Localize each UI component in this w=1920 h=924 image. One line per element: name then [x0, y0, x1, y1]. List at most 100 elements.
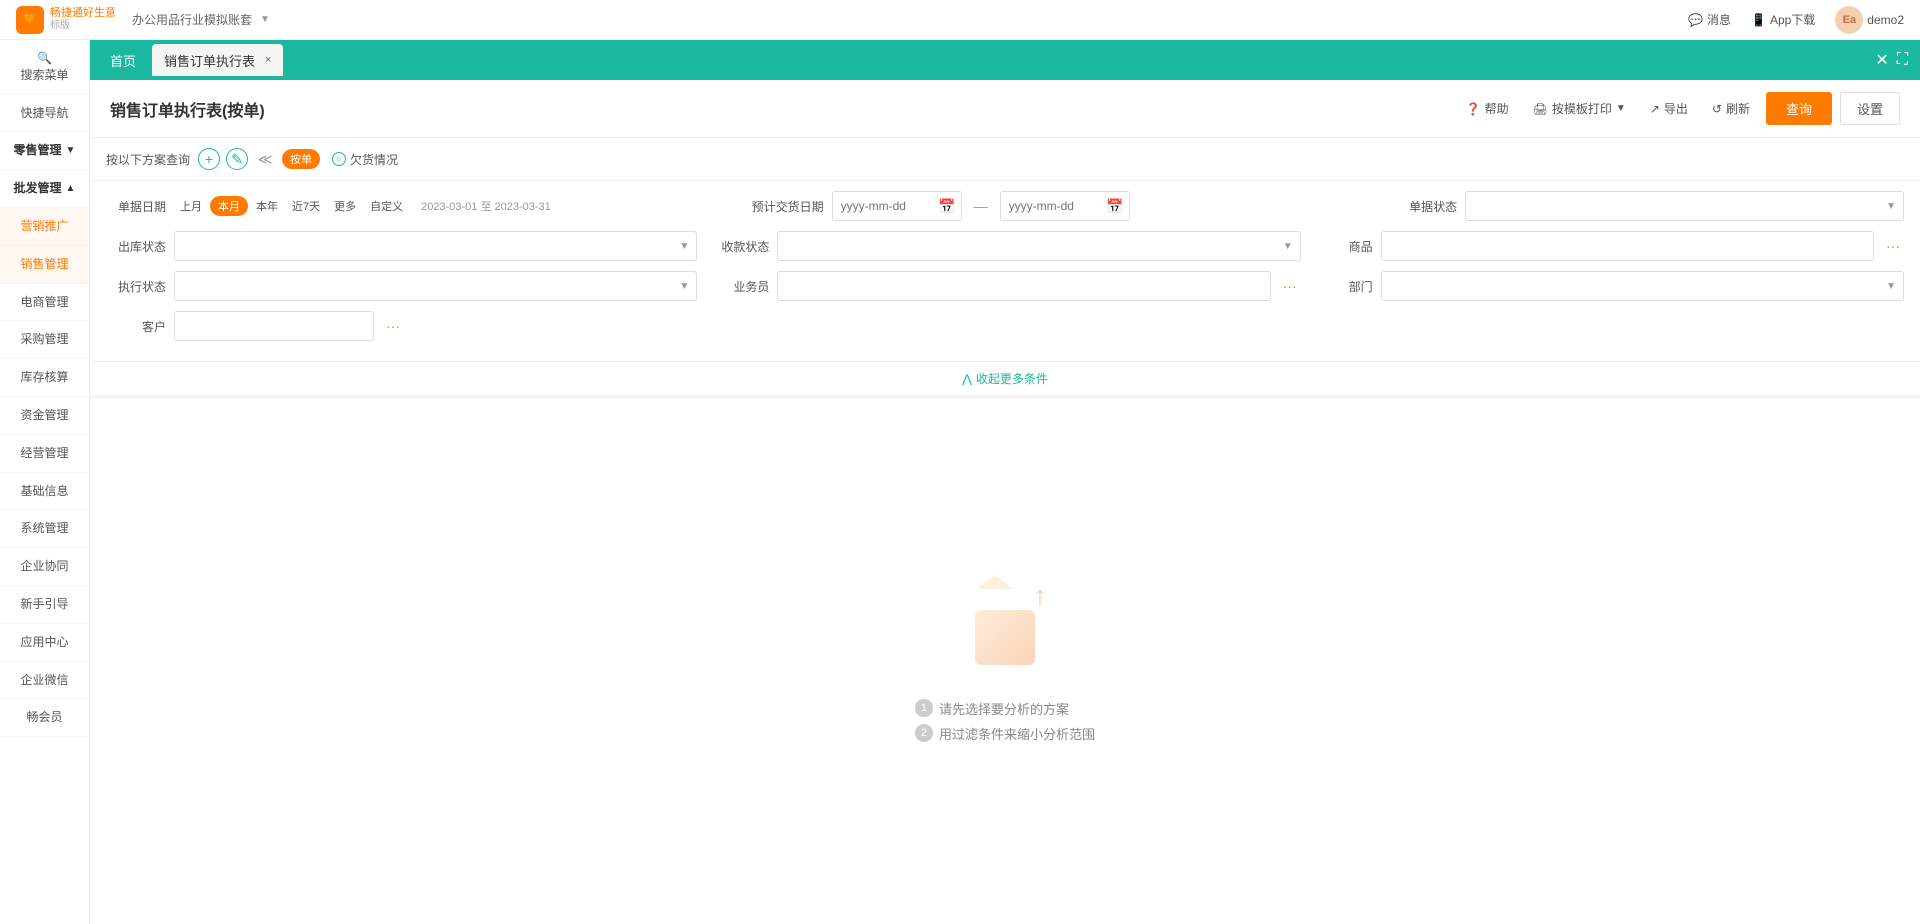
messages-button[interactable]: 💬 消息 [1688, 11, 1731, 28]
sidebar-item-marketing[interactable]: 营销推广 [0, 208, 89, 246]
goods-input[interactable] [1381, 231, 1874, 261]
custom-date-btn[interactable]: 自定义 [364, 196, 409, 216]
sidebar-item-enterprise[interactable]: 企业协同 [0, 548, 89, 586]
message-icon: 💬 [1688, 13, 1703, 27]
doc-status-select[interactable] [1465, 191, 1904, 221]
avatar-text: Ea [1835, 6, 1863, 34]
window-maximize-icon[interactable]: ⛶ [1897, 51, 1908, 69]
download-label: App下载 [1770, 11, 1815, 28]
print-button[interactable]: 🖨 按模板打印 ▼ [1525, 96, 1634, 121]
collection-status-select[interactable] [777, 231, 1300, 261]
user-menu-button[interactable]: Ea demo2 [1835, 6, 1904, 34]
edit-scheme-button[interactable]: ✎ [226, 148, 248, 170]
settings-button[interactable]: 设置 [1840, 92, 1900, 125]
filter-field-doc-status: 单据状态 ▼ [1397, 191, 1904, 221]
more-date-btn[interactable]: 更多 [328, 196, 362, 216]
last7-btn[interactable]: 近7天 [286, 196, 326, 216]
expected-date-label: 预计交货日期 [752, 198, 824, 215]
goods-more-icon[interactable]: ··· [1882, 238, 1904, 254]
last-month-btn[interactable]: 上月 [174, 196, 208, 216]
sidebar-item-retail-label: 零售管理 [14, 142, 62, 159]
add-scheme-button[interactable]: + [198, 148, 220, 170]
sidebar-item-wholesale[interactable]: 批发管理 ▲ [0, 170, 89, 208]
sidebar-item-search-label: 搜索菜单 [8, 67, 81, 84]
active-scheme-badge[interactable]: 按单 [282, 149, 320, 169]
customer-input[interactable] [174, 311, 374, 341]
circle-icon: ○ [332, 152, 346, 166]
sidebar-item-inventory[interactable]: 库存核算 [0, 359, 89, 397]
sidebar-item-sales[interactable]: 销售管理 [0, 246, 89, 284]
sidebar-item-finance-label: 资金管理 [8, 407, 81, 424]
hint-num-2: 2 [915, 724, 933, 742]
scheme-circle-label: 欠货情况 [350, 151, 398, 168]
refresh-icon: ↺ [1712, 102, 1722, 116]
sidebar-item-members[interactable]: 畅会员 [0, 699, 89, 737]
home-tab-label: 首页 [110, 51, 136, 70]
sidebar-item-newbie[interactable]: 新手引导 [0, 586, 89, 624]
sidebar-item-ecommerce[interactable]: 电商管理 [0, 284, 89, 322]
tab-home[interactable]: 首页 [98, 44, 148, 76]
sidebar-item-operations[interactable]: 经营管理 [0, 435, 89, 473]
filter-field-dept: 部门 ▼ [1313, 271, 1904, 301]
refresh-button[interactable]: ↺ 刷新 [1704, 96, 1758, 121]
goods-label: 商品 [1313, 238, 1373, 255]
dept-select[interactable] [1381, 271, 1904, 301]
filter-row-3: 执行状态 ▼ 业务员 ··· 部门 [106, 271, 1904, 301]
page-title: 销售订单执行表(按单) [110, 97, 265, 121]
hint-text-2: 用过滤条件来缩小分析范围 [939, 724, 1095, 743]
collapse-bar[interactable]: ⋀ 收起更多条件 [90, 361, 1920, 395]
top-header-right: 💬 消息 📱 App下载 Ea demo2 [1688, 6, 1904, 34]
filter-panel-header: 按以下方案查询 + ✎ ≪ 按单 ○ 欠货情况 [90, 138, 1920, 181]
tab-sales-order[interactable]: 销售订单执行表 × [152, 44, 283, 76]
exec-status-select-wrapper: ▼ [174, 271, 697, 301]
salesman-more-icon[interactable]: ··· [1279, 278, 1301, 294]
customer-more-icon[interactable]: ··· [382, 318, 404, 334]
tab-bar-left: 首页 销售订单执行表 × [98, 44, 283, 76]
empty-hint-list: 1 请先选择要分析的方案 2 用过滤条件来缩小分析范围 [915, 699, 1095, 749]
filter-rows: 单据日期 上月 本月 本年 近7天 更多 自定义 2023-03-01 至 20… [90, 181, 1920, 361]
sidebar-item-wechat[interactable]: 企业微信 [0, 662, 89, 700]
export-button[interactable]: ↗ 导出 [1642, 96, 1696, 121]
sidebar-item-newbie-label: 新手引导 [8, 596, 81, 613]
header-app-dropdown-icon[interactable]: ▼ [260, 14, 270, 25]
this-year-btn[interactable]: 本年 [250, 196, 284, 216]
tab-bar: 首页 销售订单执行表 × ✕ ⛶ [90, 40, 1920, 80]
window-close-icon[interactable]: ✕ [1875, 50, 1888, 70]
sidebar-item-search[interactable]: 🔍 搜索菜单 [0, 40, 89, 95]
collection-status-label: 收款状态 [709, 238, 769, 255]
page-header: 销售订单执行表(按单) ❓ 帮助 🖨 按模板打印 ▼ ↗ 导出 ↺ 刷新 [90, 80, 1920, 138]
scheme-circle-item[interactable]: ○ 欠货情况 [326, 149, 404, 170]
logo-icon-text: 🧡 [24, 14, 36, 25]
sidebar-item-system-label: 系统管理 [8, 520, 81, 537]
sidebar-item-purchase-label: 采购管理 [8, 331, 81, 348]
hint-num-1: 1 [915, 699, 933, 717]
tab-close-icon[interactable]: × [265, 54, 271, 66]
exec-status-select[interactable] [174, 271, 697, 301]
sidebar-item-quick-nav[interactable]: 快捷导航 [0, 95, 89, 133]
sidebar-item-retail[interactable]: 零售管理 ▼ [0, 132, 89, 170]
sidebar-item-basic-info-label: 基础信息 [8, 483, 81, 500]
expected-date-start-wrapper: 📅 [832, 191, 962, 221]
logo-area: 🧡 畅捷通好生意 标版 [16, 6, 116, 34]
sidebar-item-system[interactable]: 系统管理 [0, 510, 89, 548]
sidebar-item-purchase[interactable]: 采购管理 [0, 321, 89, 359]
out-status-select[interactable] [174, 231, 697, 261]
app-download-button[interactable]: 📱 App下载 [1751, 11, 1815, 28]
filter-field-salesman: 业务员 ··· [709, 271, 1300, 301]
this-month-btn[interactable]: 本月 [210, 196, 248, 216]
query-button[interactable]: 查询 [1766, 92, 1832, 125]
filter-date-label: 单据日期 [106, 198, 166, 215]
help-button[interactable]: ❓ 帮助 [1458, 96, 1517, 121]
exec-status-label: 执行状态 [106, 278, 166, 295]
calendar-end-icon: 📅 [1106, 198, 1123, 215]
sidebar-item-app-center[interactable]: 应用中心 [0, 624, 89, 662]
help-label: 帮助 [1485, 100, 1509, 117]
sidebar-item-wechat-label: 企业微信 [8, 672, 81, 689]
sidebar-item-basic-info[interactable]: 基础信息 [0, 473, 89, 511]
empty-illustration: ↑ [945, 575, 1065, 675]
salesman-input[interactable] [777, 271, 1270, 301]
sidebar-item-finance[interactable]: 资金管理 [0, 397, 89, 435]
collapse-scheme-button[interactable]: ≪ [254, 148, 276, 170]
filter-scheme-label: 按以下方案查询 [106, 151, 190, 168]
filter-row-2: 出库状态 ▼ 收款状态 [106, 231, 1904, 261]
